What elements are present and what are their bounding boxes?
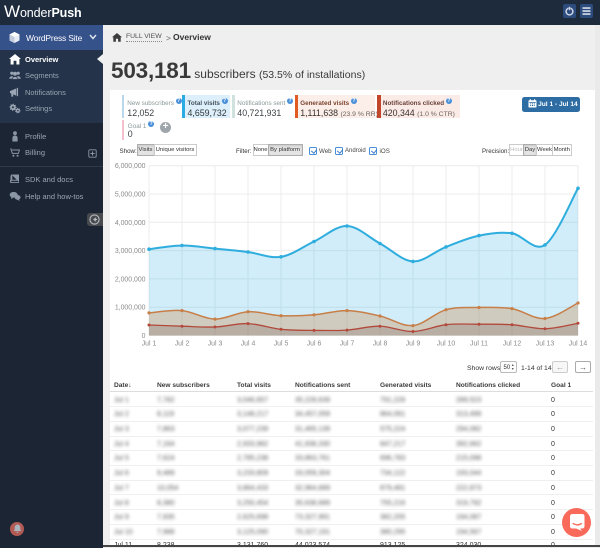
- svg-text:4,000,000: 4,000,000: [115, 220, 146, 227]
- svg-text:Jul 7: Jul 7: [340, 341, 355, 348]
- svg-text:2,000,000: 2,000,000: [115, 276, 146, 283]
- svg-text:Jul 3: Jul 3: [208, 341, 223, 348]
- svg-text:Jul 12: Jul 12: [503, 341, 522, 348]
- svg-text:Jul 11: Jul 11: [470, 341, 488, 348]
- svg-text:0: 0: [142, 333, 146, 340]
- svg-text:Jul 1: Jul 1: [142, 341, 157, 348]
- svg-text:Jul 14: Jul 14: [569, 341, 588, 348]
- svg-text:1,000,000: 1,000,000: [115, 305, 146, 312]
- svg-text:3,000,000: 3,000,000: [115, 248, 146, 255]
- svg-text:Jul 6: Jul 6: [307, 341, 322, 348]
- svg-text:Jul 13: Jul 13: [536, 341, 555, 348]
- svg-text:Jul 2: Jul 2: [175, 341, 190, 348]
- svg-text:Jul 10: Jul 10: [437, 341, 456, 348]
- svg-text:Jul 8: Jul 8: [373, 341, 388, 348]
- svg-text:5,000,000: 5,000,000: [115, 192, 146, 199]
- svg-text:6,000,000: 6,000,000: [115, 163, 146, 170]
- svg-text:Jul 9: Jul 9: [406, 341, 421, 348]
- svg-text:Jul 5: Jul 5: [274, 341, 289, 348]
- svg-text:Jul 4: Jul 4: [241, 341, 256, 348]
